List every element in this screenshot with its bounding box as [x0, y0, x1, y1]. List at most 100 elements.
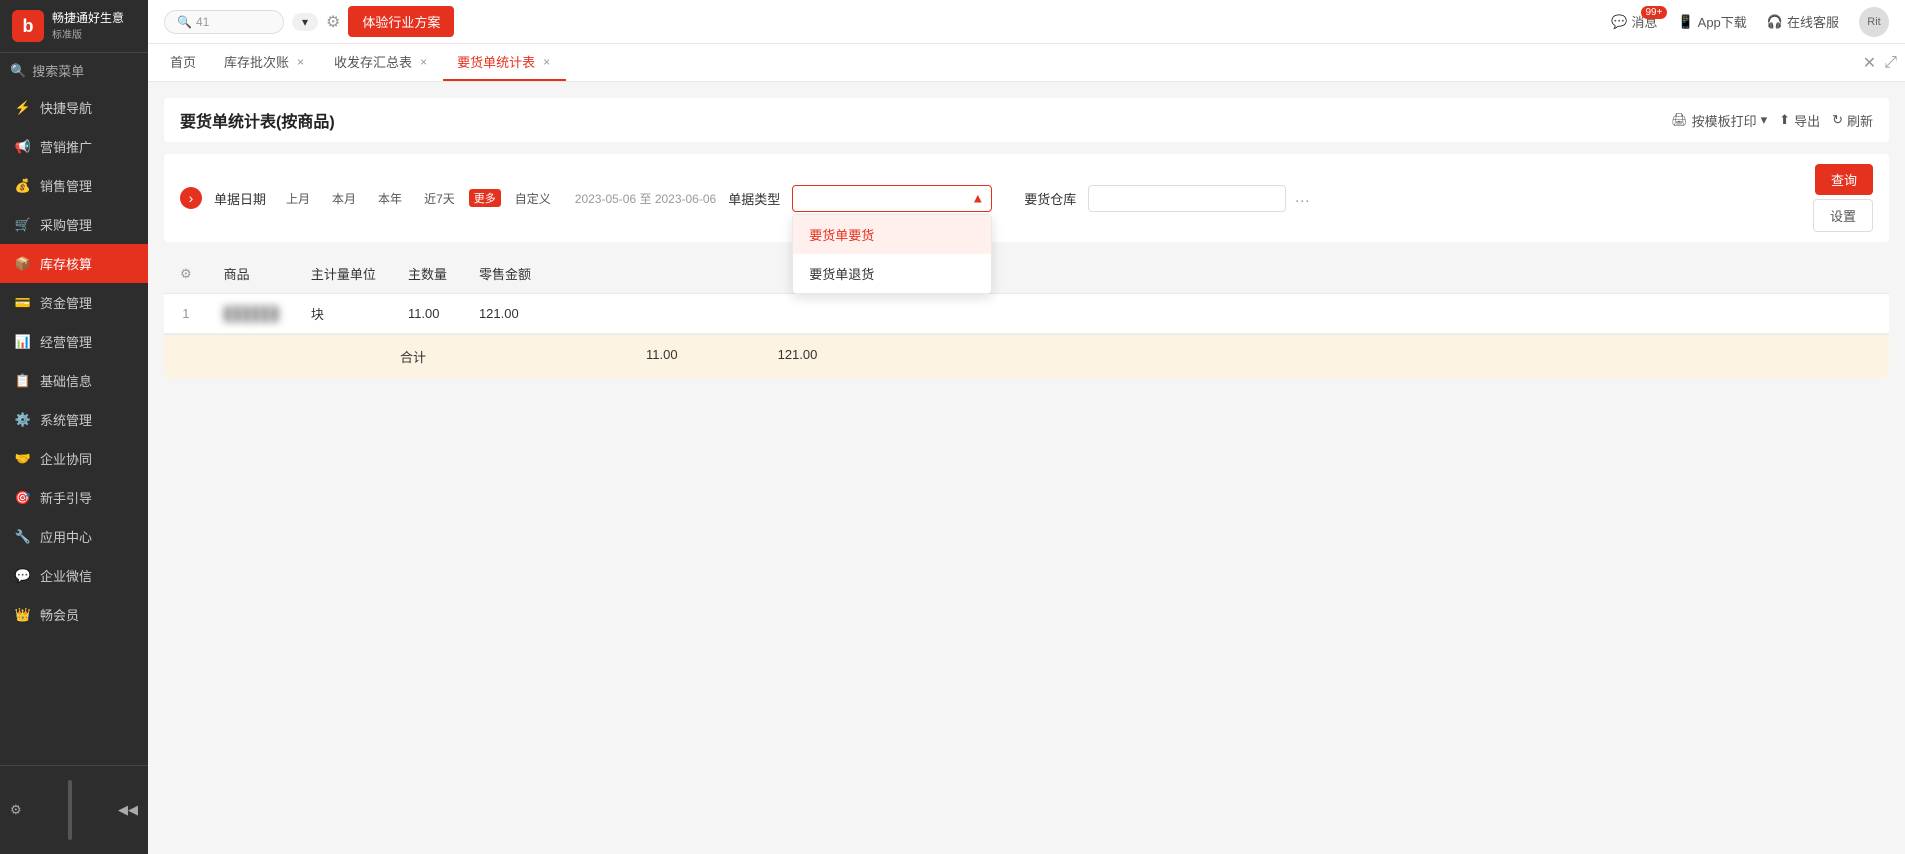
type-filter-input[interactable] — [792, 185, 992, 212]
message-icon: 💬 — [1611, 14, 1627, 30]
sidebar-label-xinshou: 新手引导 — [40, 488, 92, 507]
dropdown-item-1[interactable]: 要货单退货 — [793, 254, 991, 293]
warehouse-filter-input[interactable] — [1088, 185, 1286, 212]
tab-yaohuo-tongji[interactable]: 要货单统计表× — [443, 44, 566, 81]
filter-bar: › 单据日期 上月 本月 本年 近7天 更多 自定义 2023-05-06 至 … — [164, 154, 1889, 242]
tab-close-all-icon[interactable]: ✕ — [1863, 53, 1876, 73]
date-last-7days[interactable]: 近7天 — [416, 187, 463, 210]
table-cell-index: 1 — [164, 294, 208, 334]
page-header: 要货单统计表(按商品) 🖨 按模板打印 ▾ ⬆ 导出 ↻ 刷新 — [164, 98, 1889, 142]
sidebar-item-weixin[interactable]: 💬企业微信 — [0, 556, 148, 595]
avatar[interactable]: Rit — [1859, 7, 1889, 37]
topbar-number-badge: ▾ — [292, 13, 318, 31]
app-logo-icon: b — [12, 10, 44, 42]
industry-btn[interactable]: 体验行业方案 — [348, 6, 454, 37]
app-download-btn[interactable]: 📱 App下载 — [1677, 12, 1746, 31]
tab-kucun-pici[interactable]: 库存批次账 × — [210, 44, 320, 81]
topbar-gear-icon[interactable]: ⚙ — [326, 12, 340, 32]
sidebar: b 畅捷通好生意 标准版 🔍 搜索菜单 ⚡快捷导航📢营销推广💰销售管理🛒采购管理… — [0, 0, 148, 854]
footer-amount: 121.00 — [778, 347, 818, 366]
topbar: 🔍 41 ▾ ⚙ 体验行业方案 💬 消息 99+ 📱 App下载 🎧 在线客服 … — [148, 0, 1905, 44]
online-service-label: 在线客服 — [1787, 12, 1839, 31]
print-btn[interactable]: 🖨 按模板打印 ▾ — [1671, 111, 1767, 130]
tab-close-yaohuo-tongji[interactable]: × — [541, 53, 552, 71]
sidebar-label-kucun: 库存核算 — [40, 254, 92, 273]
online-service-btn[interactable]: 🎧 在线客服 — [1767, 12, 1839, 31]
sidebar-label-jingying: 经营管理 — [40, 332, 92, 351]
sidebar-item-yingyong[interactable]: 🔧 应用中心 — [0, 517, 148, 556]
sidebar-label-zijin: 资金管理 — [40, 293, 92, 312]
sidebar-item-kuaijie[interactable]: ⚡快捷导航 — [0, 88, 148, 127]
warehouse-filter-label: 要货仓库 — [1024, 189, 1076, 208]
page-content: 要货单统计表(按商品) 🖨 按模板打印 ▾ ⬆ 导出 ↻ 刷新 › — [148, 82, 1905, 854]
date-this-month[interactable]: 本月 — [324, 187, 364, 210]
sidebar-icon-kucun: 📦 — [14, 255, 32, 273]
query-btn[interactable]: 查询 — [1815, 164, 1873, 195]
export-btn[interactable]: ⬆ 导出 — [1779, 111, 1820, 130]
sidebar-item-kucun[interactable]: 📦 库存核算 — [0, 244, 148, 283]
product-name: ██████ — [224, 306, 279, 321]
sidebar-icon-yingyong: 🔧 — [14, 528, 32, 546]
sidebar-item-huiyuan[interactable]: 👑畅会员 — [0, 595, 148, 634]
sidebar-icon-kuaijie: ⚡ — [14, 99, 32, 117]
print-label: 按模板打印 — [1692, 111, 1757, 130]
table-settings-header[interactable]: ⚙ — [164, 254, 208, 294]
sidebar-search[interactable]: 🔍 搜索菜单 — [0, 53, 148, 88]
sidebar-icon-jingying: 📊 — [14, 333, 32, 351]
set-btn[interactable]: 设置 — [1813, 199, 1873, 232]
warehouse-more-btn[interactable]: … — [1294, 189, 1310, 207]
sidebar-item-xiaoshou[interactable]: 💰销售管理 — [0, 166, 148, 205]
settings-icon[interactable]: ⚙ — [10, 802, 22, 818]
topbar-search[interactable]: 🔍 41 — [164, 10, 284, 34]
sidebar-icon-xinshou: 🎯 — [14, 489, 32, 507]
sidebar-scroll-indicator — [68, 780, 72, 840]
date-last-month[interactable]: 上月 — [278, 187, 318, 210]
sidebar-item-yingxiao[interactable]: 📢营销推广 — [0, 127, 148, 166]
sidebar-item-caigou[interactable]: 🛒采购管理 — [0, 205, 148, 244]
sidebar-item-zijin[interactable]: 💳 资金管理 — [0, 283, 148, 322]
refresh-icon: ↻ — [1832, 112, 1843, 128]
filter-expand-btn[interactable]: › — [180, 187, 202, 209]
search-icon: 🔍 — [10, 63, 26, 79]
refresh-btn[interactable]: ↻ 刷新 — [1832, 111, 1873, 130]
date-this-year[interactable]: 本年 — [370, 187, 410, 210]
tab-shoufa-huizong[interactable]: 收发存汇总表× — [320, 44, 443, 81]
print-dropdown-icon: ▾ — [1761, 112, 1768, 128]
tab-expand-icon[interactable]: ⤢ — [1884, 54, 1897, 72]
sidebar-label-qiye: 企业协同 — [40, 449, 92, 468]
footer-qty: 11.00 — [646, 347, 678, 366]
refresh-label: 刷新 — [1847, 111, 1873, 130]
sidebar-label-huiyuan: 畅会员 — [40, 605, 79, 624]
sidebar-icon-qiye: 🤝 — [14, 450, 32, 468]
sidebar-icon-xiaoshou: 💰 — [14, 177, 32, 195]
date-custom-btn[interactable]: 自定义 — [507, 187, 559, 210]
export-icon: ⬆ — [1779, 112, 1790, 128]
date-more-badge[interactable]: 更多 — [469, 189, 501, 207]
table-col-qty: 主数量 — [392, 254, 463, 294]
sidebar-icon-jichu: 📋 — [14, 372, 32, 390]
sidebar-item-xitong[interactable]: ⚙️系统管理 — [0, 400, 148, 439]
sidebar-icon-zijin: 💳 — [14, 294, 32, 312]
filter-buttons: 查询 设置 — [1813, 164, 1873, 232]
collapse-icon[interactable]: ◀◀ — [118, 802, 138, 818]
table-wrap: ⚙ 商品 主计量单位 主数量 零售金额 1 ██████ 块 — [164, 254, 1889, 378]
messages-btn[interactable]: 💬 消息 99+ — [1611, 12, 1657, 31]
type-filter-arrow[interactable]: ▲ — [971, 191, 984, 206]
tab-close-shoufa-huizong[interactable]: × — [418, 53, 429, 71]
sidebar-label-yingyong: 应用中心 — [40, 527, 92, 546]
tab-home[interactable]: 首页 — [156, 44, 210, 81]
sidebar-label-caigou: 采购管理 — [40, 215, 92, 234]
print-icon: 🖨 — [1671, 112, 1688, 128]
sidebar-item-jingying[interactable]: 📊 经营管理 — [0, 322, 148, 361]
type-dropdown-menu: 要货单要货 要货单退货 — [792, 214, 992, 294]
tab-label-kucun-pici: 库存批次账 — [224, 52, 289, 71]
tab-close-kucun-pici[interactable]: × — [295, 53, 306, 71]
sidebar-item-qiye[interactable]: 🤝 企业协同 — [0, 439, 148, 478]
sidebar-search-label: 搜索菜单 — [32, 61, 84, 80]
download-icon: 📱 — [1677, 14, 1693, 30]
sidebar-item-jichu[interactable]: 📋基础信息 — [0, 361, 148, 400]
sidebar-item-xinshou[interactable]: 🎯 新手引导 — [0, 478, 148, 517]
table-footer: 合计 11.00 121.00 — [164, 334, 1889, 378]
tabbar: 首页库存批次账×收发存汇总表×要货单统计表× ✕ ⤢ — [148, 44, 1905, 82]
dropdown-item-0[interactable]: 要货单要货 — [793, 215, 991, 254]
